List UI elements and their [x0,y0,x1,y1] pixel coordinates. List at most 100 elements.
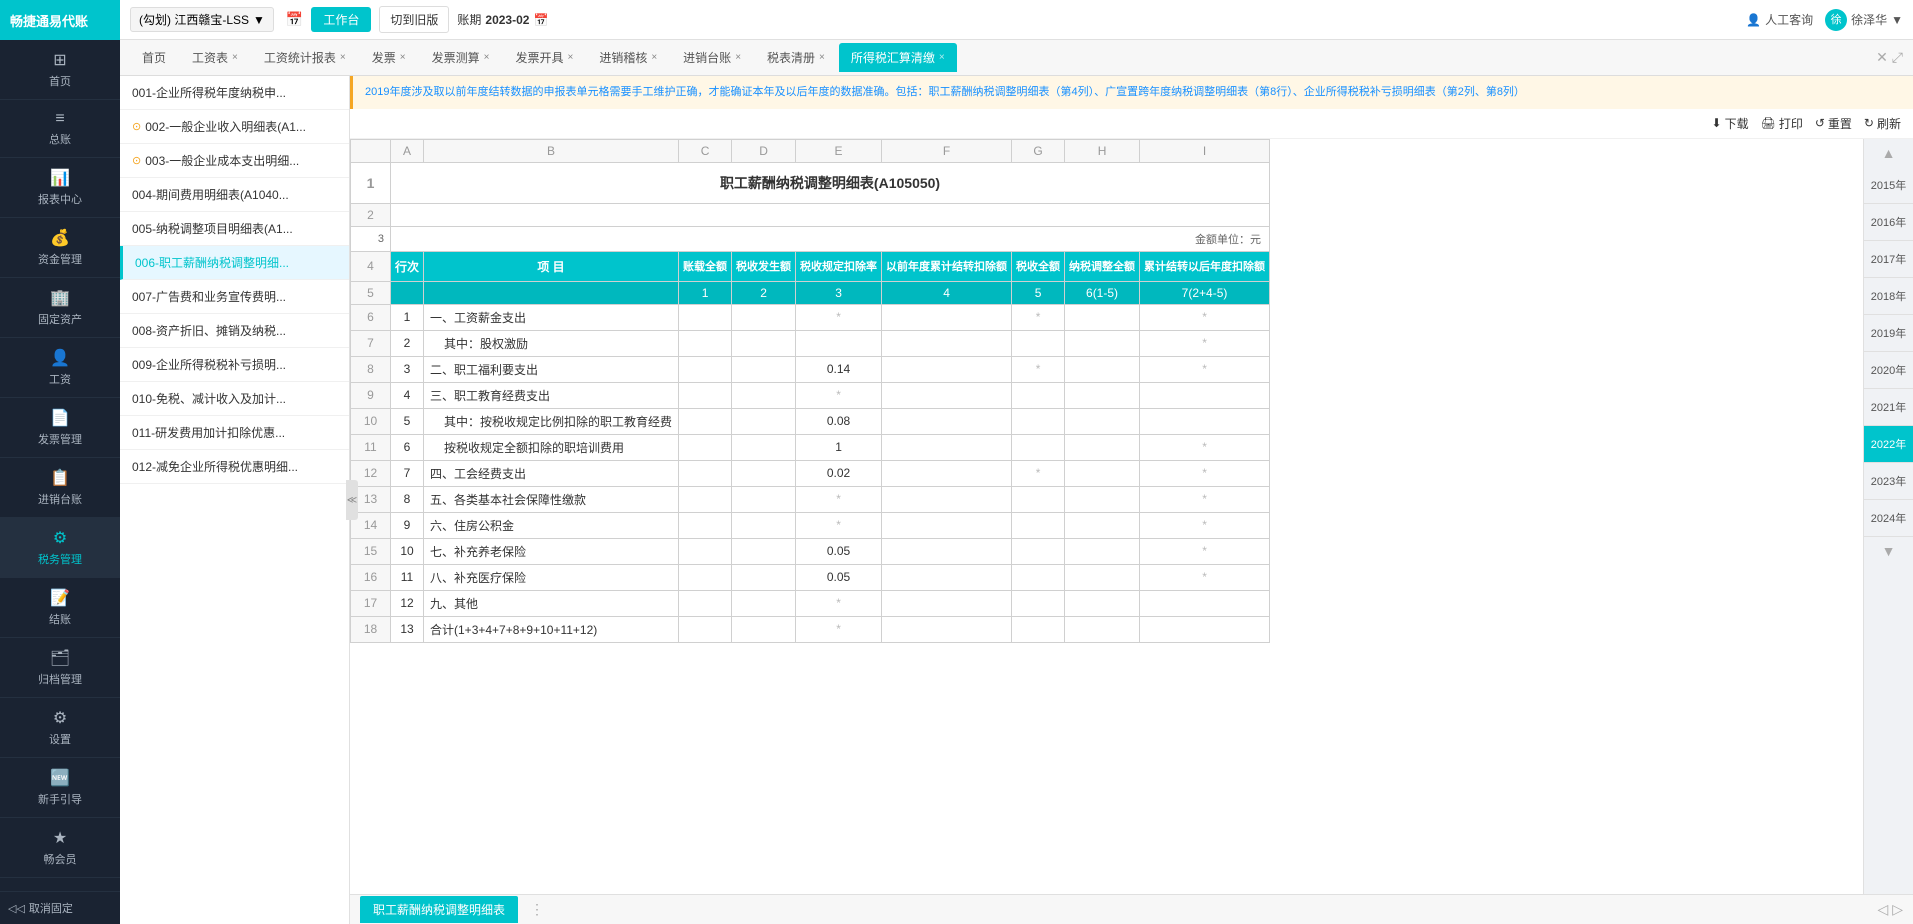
col-hangci: 行次 [391,251,424,281]
d-1[interactable] [732,304,796,330]
file-item-006[interactable]: 006-职工薪酬纳税调整明细... [120,246,349,280]
file-item-002[interactable]: ⊙ 002-一般企业收入明细表(A1... [120,110,349,144]
year-2019[interactable]: 2019年 [1864,315,1913,352]
dropdown-icon: ▼ [253,13,265,27]
sheet-title: 职工薪酬纳税调整明细表(A105050) [391,162,1270,203]
file-item-011[interactable]: 011-研发费用加计扣除优惠... [120,416,349,450]
sheet-tab-active[interactable]: 职工薪酬纳税调整明细表 [360,896,518,923]
tab-close-tax-settlement[interactable]: × [939,52,945,63]
sidebar-item-report[interactable]: 📊 报表中心 [0,158,120,218]
year-2020[interactable]: 2020年 [1864,352,1913,389]
sidebar-item-capital[interactable]: 💰 资金管理 [0,218,120,278]
tab-tax-list[interactable]: 税表清册 × [755,43,837,72]
sidebar-bottom[interactable]: ◁◁ 取消固定 [0,891,120,924]
tab-close-invoice[interactable]: × [400,52,406,63]
sheet-scroll-left[interactable]: ◁ [1877,901,1888,918]
sidebar-item-fixed-assets[interactable]: 🏢 固定资产 [0,278,120,338]
label-13: 合计(1+3+4+7+8+9+10+11+12) [424,616,679,642]
tab-payroll[interactable]: 工资表 × [180,43,250,72]
sidebar-item-member[interactable]: ★ 畅会员 [0,818,120,878]
tab-close-tax-list[interactable]: × [819,52,825,63]
support-link[interactable]: 👤 人工客询 [1746,11,1813,28]
file-item-008[interactable]: 008-资产折旧、摊销及纳税... [120,314,349,348]
workspace-button[interactable]: 工作台 [311,7,371,32]
num-7: 7 [391,460,424,486]
year-2017[interactable]: 2017年 [1864,241,1913,278]
file-item-005[interactable]: 005-纳税调整项目明细表(A1... [120,212,349,246]
tab-close-invoice-open[interactable]: × [567,52,573,63]
year-2016[interactable]: 2016年 [1864,204,1913,241]
company-selector[interactable]: (勾划) 江西赣宝-LSS ▼ [130,7,274,32]
file-item-012[interactable]: 012-减免企业所得税优惠明细... [120,450,349,484]
tab-expand[interactable]: ⤢ [1892,49,1903,66]
sub-num-7: 7(2+4-5) [1140,281,1270,304]
tab-close-all[interactable]: ✕ [1876,49,1888,66]
reset-button[interactable]: ↺ 重置 [1815,115,1852,132]
file-item-001[interactable]: 001-企业所得税年度纳税申... [120,76,349,110]
sidebar-item-tax-mgmt[interactable]: ⚙ 税务管理 [0,518,120,578]
file-item-004[interactable]: 004-期间费用明细表(A1040... [120,178,349,212]
period-calendar-icon[interactable]: 📅 [533,13,548,27]
file-panel: 001-企业所得税年度纳税申... ⊙ 002-一般企业收入明细表(A1... … [120,76,350,924]
download-button[interactable]: ⬇ 下载 [1712,115,1749,132]
print-button[interactable]: 🖨 打印 [1761,115,1803,132]
tab-tax-settlement[interactable]: 所得税汇算清缴 × [839,43,957,72]
file-item-009[interactable]: 009-企业所得税税补亏损明... [120,348,349,382]
label-10: 七、补充养老保险 [424,538,679,564]
sidebar-item-close[interactable]: 📝 结账 [0,578,120,638]
tab-close-payroll[interactable]: × [232,52,238,63]
sidebar-item-guide[interactable]: 🆕 新手引导 [0,758,120,818]
year-2023[interactable]: 2023年 [1864,463,1913,500]
tab-close-payroll-stats[interactable]: × [340,52,346,63]
file-item-007[interactable]: 007-广告费和业务宣传费明... [120,280,349,314]
calendar-icon: 📅 [286,11,303,28]
tab-sales-ledger[interactable]: 进销台账 × [671,43,753,72]
num-13: 13 [391,616,424,642]
sidebar-item-ledger[interactable]: ≡ 总账 [0,100,120,158]
tab-invoice-open[interactable]: 发票开具 × [503,43,585,72]
topbar-right: 👤 人工客询 徐 徐泽华 ▼ [1746,9,1903,31]
refresh-button[interactable]: ↻ 刷新 [1864,115,1901,132]
tab-close-audit[interactable]: × [651,52,657,63]
tab-close-invoice-calc[interactable]: × [484,52,490,63]
sidebar-item-invoice-mgmt[interactable]: 📄 发票管理 [0,398,120,458]
file-item-010[interactable]: 010-免税、减计收入及加计... [120,382,349,416]
f-1[interactable] [882,304,1012,330]
collapse-panel-button[interactable]: ≪ [346,480,358,520]
year-2022[interactable]: 2022年 [1864,426,1913,463]
switch-version-button[interactable]: 切到旧版 [379,6,449,33]
sub-num-2: 2 [732,281,796,304]
year-2018[interactable]: 2018年 [1864,278,1913,315]
year-2024[interactable]: 2024年 [1864,500,1913,537]
num-5: 5 [391,408,424,434]
year-2021[interactable]: 2021年 [1864,389,1913,426]
tab-close-sales-ledger[interactable]: × [735,52,741,63]
year-nav-down[interactable]: ▼ [1864,537,1913,565]
row-num-3: 3 [351,226,391,251]
tab-invoice-calc[interactable]: 发票测算 × [420,43,502,72]
year-2015[interactable]: 2015年 [1864,167,1913,204]
col-carryforward: 累计结转以后年度扣除额 [1140,251,1270,281]
c-1[interactable] [679,304,732,330]
sidebar-item-archive[interactable]: 🗂 归档管理 [0,638,120,698]
tab-invoice[interactable]: 发票 × [360,43,418,72]
tab-payroll-stats[interactable]: 工资统计报表 × [252,43,358,72]
col-header-B: B [424,139,679,162]
label-5: 其中：按税收规定比例扣除的职工教育经费 [424,408,679,434]
tab-audit[interactable]: 进销稽核 × [587,43,669,72]
sidebar-item-payroll[interactable]: 👤 工资 [0,338,120,398]
main-area: (勾划) 江西赣宝-LSS ▼ 📅 工作台 切到旧版 账期 2023-02 📅 … [120,0,1913,924]
file-item-003[interactable]: ⊙ 003-一般企业成本支出明细... [120,144,349,178]
sidebar-item-sales-ledger[interactable]: 📋 进销台账 [0,458,120,518]
h-1[interactable] [1065,304,1140,330]
sidebar-item-settings[interactable]: ⚙ 设置 [0,698,120,758]
sub-num-5: 5 [1012,281,1065,304]
col-adjust: 纳税调整全额 [1065,251,1140,281]
sheet-scroll-right[interactable]: ▷ [1892,901,1903,918]
sheet-options-icon[interactable]: ⋮ [530,901,544,918]
sidebar-item-home[interactable]: ⊞ 首页 [0,40,120,100]
tab-home[interactable]: 首页 [130,43,178,72]
year-nav-up[interactable]: ▲ [1864,139,1913,167]
e-11: 0.05 [796,564,882,590]
user-menu[interactable]: 徐 徐泽华 ▼ [1825,9,1903,31]
